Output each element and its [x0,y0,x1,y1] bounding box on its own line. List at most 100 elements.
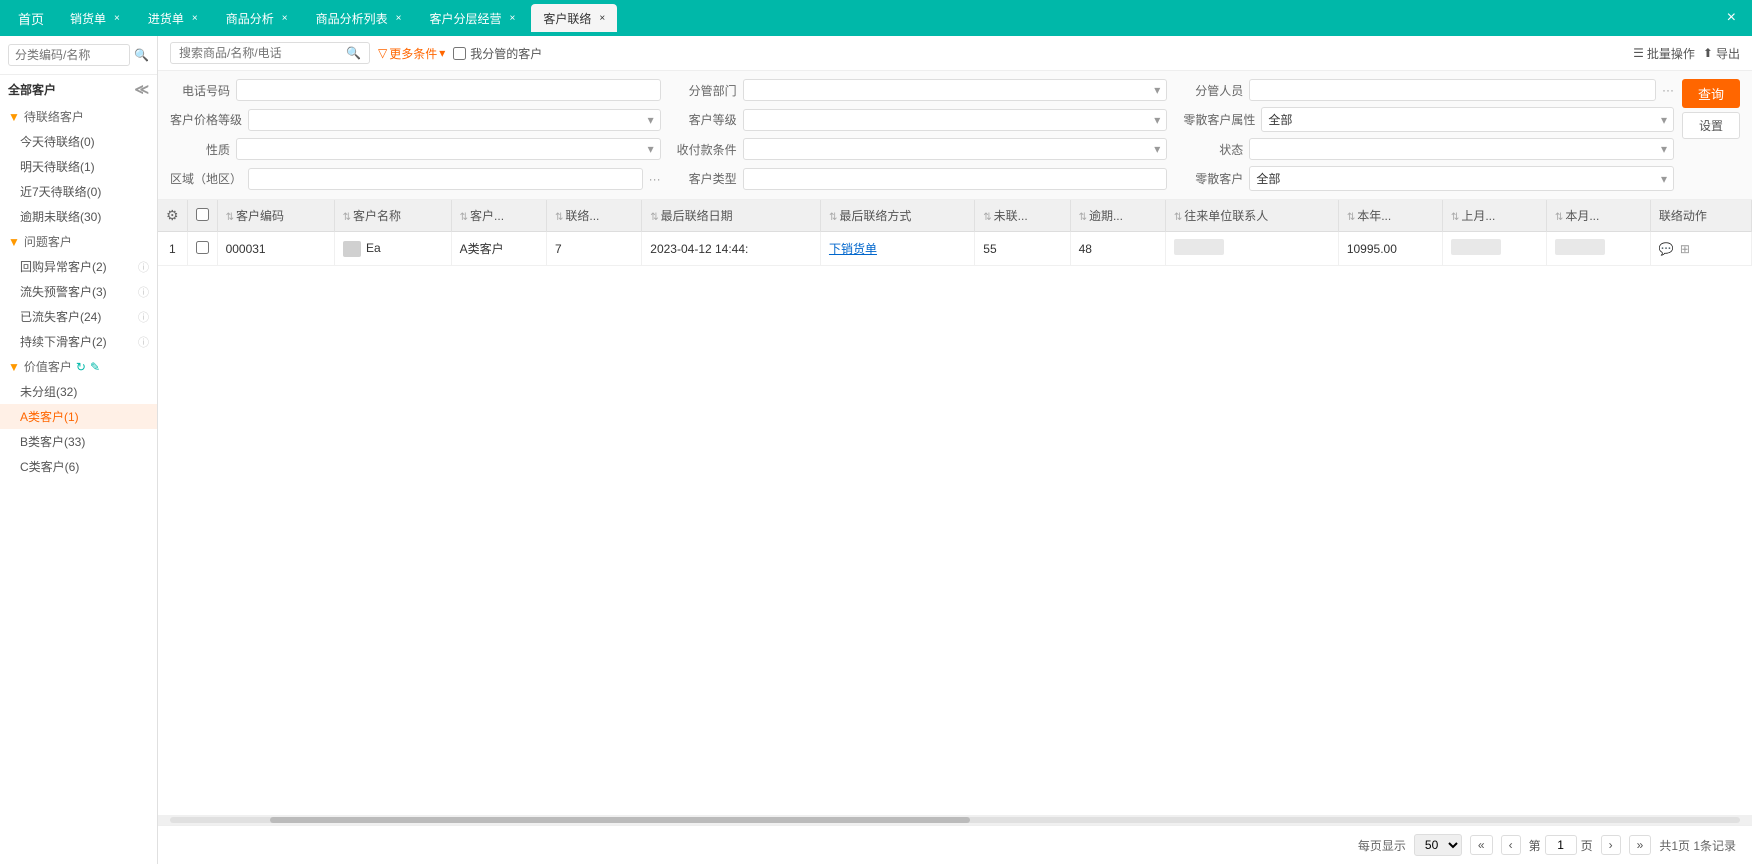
gear-header[interactable]: ⚙ [158,200,187,232]
sidebar-item-churn-warning[interactable]: 流失预警客户(3) ⓘ [0,279,157,304]
status-select[interactable]: ▾ [1249,138,1674,160]
row-checkbox[interactable] [196,241,209,254]
nav-tab-analysis-list[interactable]: 商品分析列表 × [304,4,414,32]
blurred-last-month [1451,239,1501,255]
last-method-link[interactable]: 下销货单 [829,242,877,256]
row-last-method[interactable]: 下销货单 [820,232,974,266]
last-page-btn[interactable]: » [1629,835,1652,855]
col-name: ⇅客户名称 [334,200,451,232]
my-customer-checkbox-label[interactable]: 我分管的客户 [453,45,542,62]
info-icon-3: ⓘ [138,309,149,325]
col-last-date: ⇅最后联络日期 [642,200,821,232]
price-tier-label: 客户价格等级 [170,111,242,128]
payment-select[interactable]: ▾ [743,138,1168,160]
sidebar-collapse-btn[interactable]: ≪ [134,81,149,98]
filter-search-input[interactable] [179,46,346,60]
chat-icon[interactable]: 💬 [1659,242,1674,256]
sidebar-group-value[interactable]: ▼ 价值客户 ↻ ✎ [0,354,157,379]
row-actions: 💬 ⊞ [1650,232,1751,266]
sidebar-item-class-b[interactable]: B类客户(33) [0,429,157,454]
prev-page-btn[interactable]: ‹ [1501,835,1521,855]
chevron-down-icon-8: ▾ [1661,142,1667,156]
hscroll-bar[interactable] [158,815,1752,825]
close-tier-tab[interactable]: × [509,13,515,24]
nav-home[interactable]: 首页 [8,9,54,28]
select-all-checkbox[interactable] [196,208,209,221]
info-icon-4: ⓘ [138,334,149,350]
customer-tier-select[interactable]: ▾ [743,109,1168,131]
close-analysis-list-tab[interactable]: × [396,13,402,24]
sidebar-item-7days[interactable]: 近7天待联络(0) [0,179,157,204]
settings-button[interactable]: 设置 [1682,112,1740,139]
sidebar-item-today[interactable]: 今天待联络(0) [0,129,157,154]
filter-retail: 零散客户 全部 ▾ [1183,166,1674,191]
sidebar-item-declining[interactable]: 持续下滑客户(2) ⓘ [0,329,157,354]
row-checkbox-cell [187,232,217,266]
nav-tab-customer-tier[interactable]: 客户分层经营 × [417,4,527,32]
batch-op-btn[interactable]: ☰ 批量操作 [1633,45,1695,62]
nav-tab-customer-contact[interactable]: 客户联络 × [531,4,617,32]
advanced-filter: 电话号码 分管部门 ▾ 分管人员 [158,71,1752,200]
close-all-btn[interactable]: × [1719,9,1744,27]
close-purchase-tab[interactable]: × [192,13,198,24]
sidebar-search-input[interactable] [8,44,130,66]
sort-icon-10: ⇅ [1347,212,1355,223]
region-input[interactable] [248,168,643,190]
first-page-btn[interactable]: « [1470,835,1493,855]
sidebar-item-overdue[interactable]: 逾期未联络(30) [0,204,157,229]
close-contact-tab[interactable]: × [599,13,605,24]
sort-icon-6: ⇅ [829,212,837,223]
sidebar-group-problem[interactable]: ▼ 问题客户 [0,229,157,254]
more-filter-btn[interactable]: ▽ 更多条件 ▾ [378,45,445,62]
sidebar-search-area: 🔍 [0,36,157,75]
main-layout: 🔍 全部客户 ≪ ▼ 待联络客户 今天待联络(0) 明天待联络(1) 近7天待联… [0,36,1752,864]
filter-payment: 收付款条件 ▾ [677,138,1168,160]
retail-select[interactable]: 全部 ▾ [1249,166,1674,191]
sidebar-item-repurchase[interactable]: 回购异常客户(2) ⓘ [0,254,157,279]
row-index: 1 [158,232,187,266]
qr-icon[interactable]: ⊞ [1680,242,1690,256]
table-row: 1 000031 Ea A类客户 7 2023-04-12 14:44: [158,232,1752,266]
nature-select[interactable]: ▾ [236,138,661,160]
edit-icon[interactable]: ✎ [90,360,100,374]
my-customer-checkbox[interactable] [453,47,466,60]
sidebar-item-churned[interactable]: 已流失客户(24) ⓘ [0,304,157,329]
sidebar-item-tomorrow[interactable]: 明天待联络(1) [0,154,157,179]
price-tier-select[interactable]: ▾ [248,109,661,131]
close-analysis-tab[interactable]: × [282,13,288,24]
row-type: A类客户 [451,232,546,266]
page-size-select[interactable]: 50 [1414,834,1462,856]
col-uncontacted: ⇅未联... [975,200,1070,232]
export-btn[interactable]: ⬆ 导出 [1703,45,1740,62]
region-dots-btn[interactable]: ··· [649,172,661,186]
filter-status: 状态 ▾ [1183,138,1674,160]
refresh-icon[interactable]: ↻ [76,360,86,374]
status-label: 状态 [1183,141,1243,158]
gear-icon[interactable]: ⚙ [166,207,179,223]
chevron-down-icon: ▾ [439,46,445,60]
customer-type-input[interactable] [743,168,1168,190]
total-info: 共1页 1条记录 [1659,837,1736,854]
person-input[interactable] [1249,79,1656,101]
all-customers-label: 全部客户 [8,81,56,98]
page-number-input[interactable] [1545,835,1577,855]
filter-search-icon[interactable]: 🔍 [346,46,361,60]
nav-tab-analysis[interactable]: 商品分析 × [214,4,300,32]
nav-tab-purchase[interactable]: 进货单 × [136,4,210,32]
next-page-btn[interactable]: › [1601,835,1621,855]
nav-tab-sales[interactable]: 销货单 × [58,4,132,32]
close-sales-tab[interactable]: × [114,13,120,24]
person-dots-btn[interactable]: ··· [1662,83,1674,97]
retail-prop-select[interactable]: 全部 ▾ [1261,107,1674,132]
sidebar-item-class-c[interactable]: C类客户(6) [0,454,157,479]
sidebar-item-ungrouped[interactable]: 未分组(32) [0,379,157,404]
filter-phone: 电话号码 [170,79,661,101]
hscroll-thumb[interactable] [270,817,970,823]
dept-select[interactable]: ▾ [743,79,1168,101]
sidebar-search-icon[interactable]: 🔍 [134,48,149,62]
phone-input[interactable] [236,79,661,101]
sidebar-item-class-a[interactable]: A类客户(1) [0,404,157,429]
sidebar-group-pending[interactable]: ▼ 待联络客户 [0,104,157,129]
blurred-contact [1174,239,1224,255]
search-button[interactable]: 查询 [1682,79,1740,108]
